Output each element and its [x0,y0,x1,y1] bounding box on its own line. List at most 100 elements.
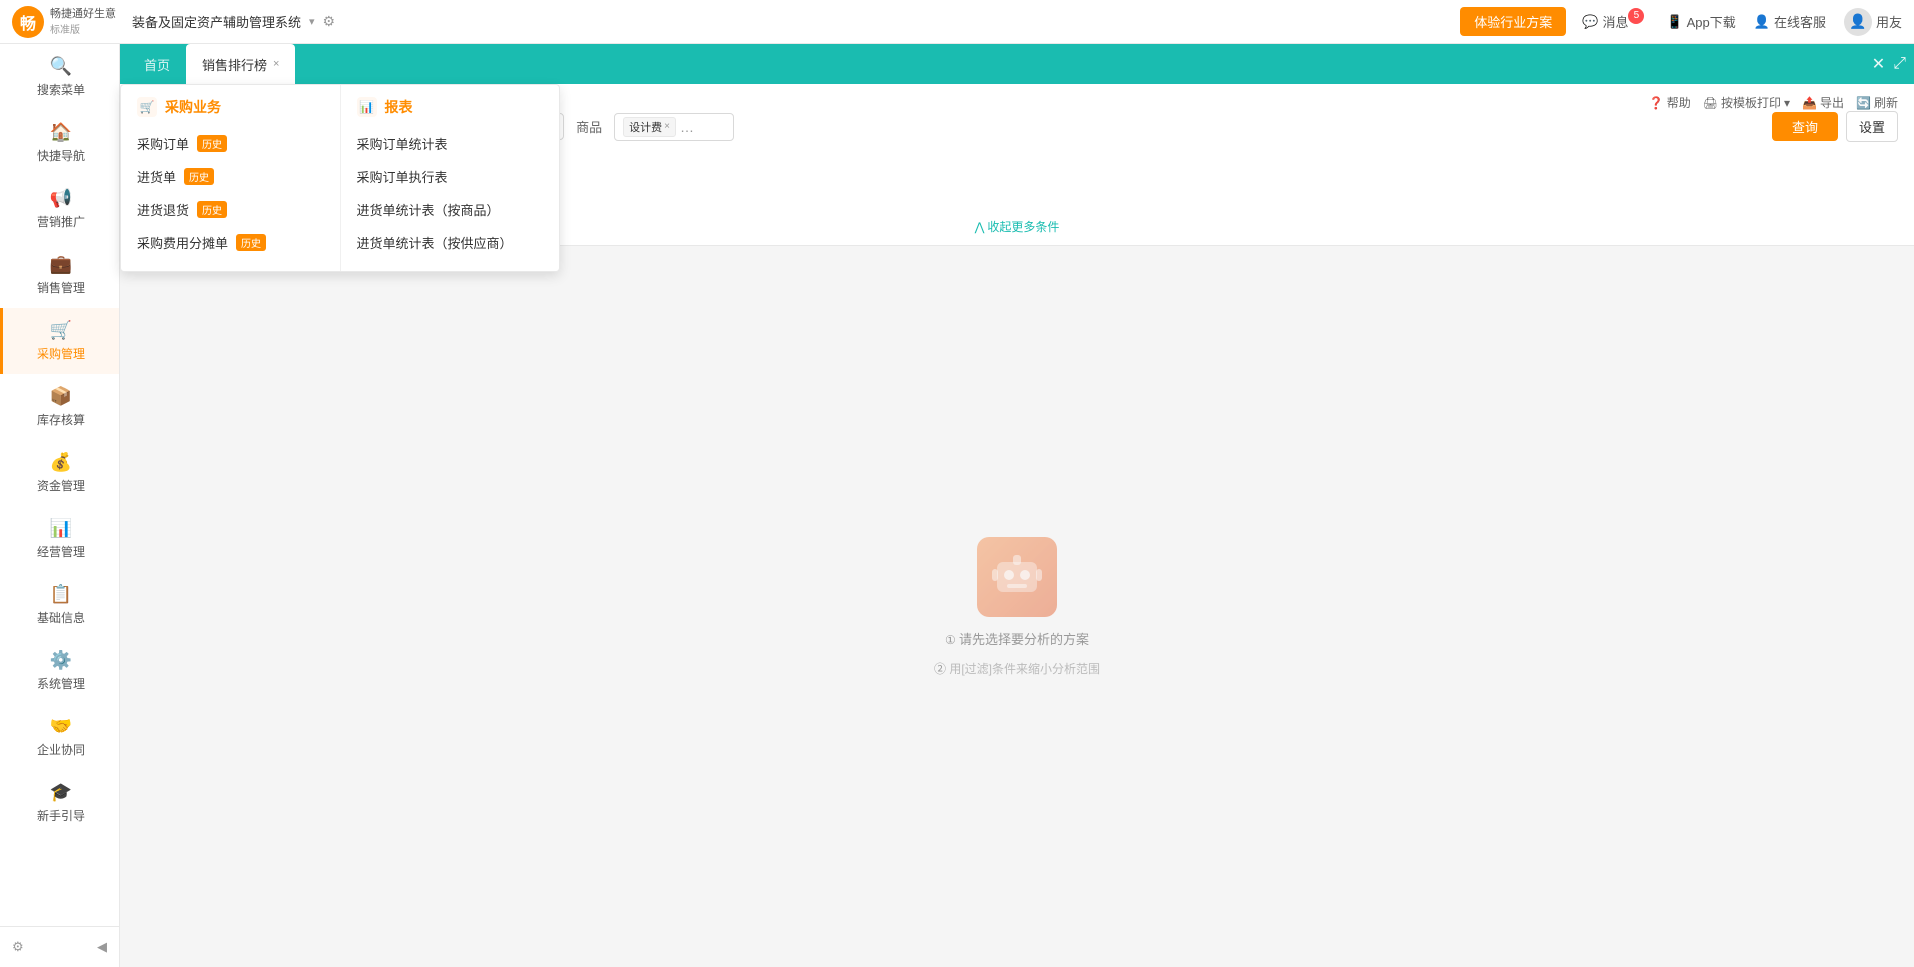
help-button[interactable]: ❓ 帮助 [1649,94,1691,111]
app-download-button[interactable]: 📱 App下载 [1666,12,1735,31]
sidebar-item-system[interactable]: ⚙️ 系统管理 [0,638,119,704]
purchase-col-icon: 🛒 [137,97,157,117]
sidebar-item-guide[interactable]: 🎓 新手引导 [0,770,119,836]
print-button[interactable]: 🖨 按模板打印 ▾ [1703,94,1790,111]
sidebar-item-label: 快捷导航 [37,147,85,164]
empty-state: ① 请先选择要分析的方案 ② 用[过滤]条件来缩小分析范围 [120,246,1914,967]
sidebar-item-inventory[interactable]: 📦 库存核算 [0,374,119,440]
sidebar-bottom: ⚙ ◀ [0,926,119,967]
dropdown-item-report-3[interactable]: 进货单统计表（按供应商） [349,226,552,259]
message-badge: 5 [1628,8,1644,24]
system-name: 装备及固定资产辅助管理系统 [132,12,301,31]
dots-goods[interactable]: … [680,119,694,135]
print-dropdown-icon[interactable]: ▾ [1784,96,1790,110]
dropdown-item-purchase-order[interactable]: 采购订单 历史 [129,127,332,160]
report-col: 📊 报表 采购订单统计表 采购订单执行表 进货单统计表（按商品） 进货单统计表（… [341,85,560,271]
user-area[interactable]: 👤 用友 [1844,8,1902,36]
dropdown-item-report-1[interactable]: 采购订单执行表 [349,160,552,193]
tab-right-buttons: ✕ ⤢ [1872,54,1906,74]
dropdown-item-report-2[interactable]: 进货单统计表（按商品） [349,193,552,226]
system-settings-icon[interactable]: ⚙ [323,13,336,30]
logo-sub: 标准版 [50,21,116,36]
help-icon: ❓ [1649,96,1664,110]
refresh-button[interactable]: 🔄 刷新 [1856,94,1898,111]
goods-tag: 设计费 × [623,117,676,137]
goods-tag-remove[interactable]: × [664,121,670,132]
history-badge-3: 历史 [236,234,266,251]
sidebar-item-label: 经营管理 [37,543,85,560]
history-badge-1: 历史 [184,168,214,185]
purchase-col-header: 🛒 采购业务 [129,97,332,117]
sidebar-item-search[interactable]: 🔍 搜索菜单 [0,44,119,110]
tab-close-icon[interactable]: × [273,58,279,70]
robot-svg [987,547,1047,607]
sidebar-item-operation[interactable]: 📊 经营管理 [0,506,119,572]
sidebar-item-sales[interactable]: 💼 销售管理 [0,242,119,308]
export-icon: 📤 [1802,96,1817,110]
industry-button[interactable]: 体验行业方案 [1460,7,1566,36]
system-name-area: 装备及固定资产辅助管理系统 ▾ ⚙ [132,12,1460,31]
tab-home[interactable]: 首页 [128,44,186,84]
dropdown-item-return[interactable]: 进货退货 历史 [129,193,332,226]
logo-icon: 畅 [12,6,44,38]
sidebar-collapse-icon[interactable]: ◀ [97,939,107,955]
user-label: 用友 [1876,12,1902,31]
tab-sales-rank[interactable]: 销售排行榜 × [186,44,295,84]
system-dropdown-arrow[interactable]: ▾ [309,15,315,28]
dropdown-item-expense[interactable]: 采购费用分摊单 历史 [129,226,332,259]
sidebar-item-purchase[interactable]: 🛒 采购管理 [0,308,119,374]
system-icon: ⚙️ [50,650,72,671]
history-badge-2: 历史 [197,201,227,218]
sidebar-settings-icon[interactable]: ⚙ [12,939,24,955]
sidebar-item-marketing[interactable]: 📢 营销推广 [0,176,119,242]
settings-button[interactable]: 设置 [1846,111,1898,142]
sidebar-item-label: 营销推广 [37,213,85,230]
message-label: 消息 [1602,12,1628,31]
dropdown-item-inbound[interactable]: 进货单 历史 [129,160,332,193]
tab-window-expand-icon[interactable]: ⤢ [1893,55,1906,73]
sidebar-item-nav[interactable]: 🏠 快捷导航 [0,110,119,176]
online-service-button[interactable]: 👤 在线客服 [1754,12,1826,31]
filter-toolbar-right: ❓ 帮助 🖨 按模板打印 ▾ 📤 导出 🔄 刷新 [1649,94,1898,111]
top-right-area: 💬 消息 5 📱 App下载 👤 在线客服 👤 用友 [1582,8,1902,36]
sidebar-item-enterprise[interactable]: 🤝 企业协同 [0,704,119,770]
purchase-icon: 🛒 [50,320,72,341]
logo-area: 畅 畅捷通好生意 标准版 [12,6,132,38]
sidebar-item-label: 搜索菜单 [37,81,85,98]
tab-window-close-icon[interactable]: ✕ [1872,54,1885,74]
sidebar-item-label: 销售管理 [37,279,85,296]
refresh-icon: 🔄 [1856,96,1871,110]
top-bar: 畅 畅捷通好生意 标准版 装备及固定资产辅助管理系统 ▾ ⚙ 体验行业方案 💬 … [0,0,1914,44]
collapse-up-icon: ⋀ [975,220,985,234]
export-button[interactable]: 📤 导出 [1802,94,1844,111]
inventory-icon: 📦 [50,386,72,407]
empty-illustration [977,537,1057,617]
sidebar: 🔍 搜索菜单 🏠 快捷导航 📢 营销推广 💼 销售管理 🛒 采购管理 📦 库存核… [0,44,120,967]
query-button[interactable]: 查询 [1772,112,1838,141]
sidebar-item-label: 新手引导 [37,807,85,824]
funds-icon: 💰 [50,452,72,473]
sales-icon: 💼 [50,254,72,275]
sidebar-item-label: 基础信息 [37,609,85,626]
empty-hint-2: ② 用[过滤]条件来缩小分析范围 [934,660,1100,677]
dropdown-item-report-0[interactable]: 采购订单统计表 [349,127,552,160]
online-service-icon: 👤 [1754,14,1770,30]
query-actions: 查询 设置 [1772,111,1898,142]
empty-hint-1: ① 请先选择要分析的方案 [945,629,1089,648]
message-button[interactable]: 💬 消息 5 [1582,12,1648,31]
basic-icon: 📋 [50,584,72,605]
sidebar-item-funds[interactable]: 💰 资金管理 [0,440,119,506]
goods-select[interactable]: 设计费 × … [614,113,734,141]
purchase-dropdown: 🛒 采购业务 采购订单 历史 进货单 历史 进货退货 历史 采购费用分摊单 历史… [120,84,560,272]
report-col-icon: 📊 [357,97,377,117]
sidebar-item-label: 库存核算 [37,411,85,428]
sidebar-item-label: 资金管理 [37,477,85,494]
operation-icon: 📊 [50,518,72,539]
sidebar-item-label: 采购管理 [37,345,85,362]
search-icon: 🔍 [50,56,72,77]
goods-label: 商品 [576,117,602,136]
logo-text: 畅捷通好生意 [50,7,116,21]
purchase-col: 🛒 采购业务 采购订单 历史 进货单 历史 进货退货 历史 采购费用分摊单 历史 [121,85,341,271]
sidebar-item-basic[interactable]: 📋 基础信息 [0,572,119,638]
home-icon: 🏠 [50,122,72,143]
